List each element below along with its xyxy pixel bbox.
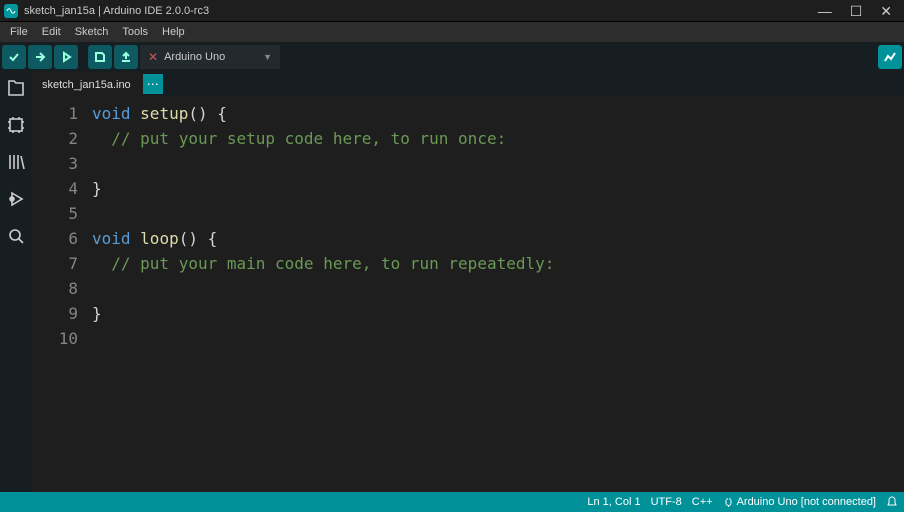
- tabs-overflow-button[interactable]: ⋯: [143, 74, 163, 94]
- upload-button[interactable]: [28, 45, 52, 69]
- library-manager-icon[interactable]: [6, 152, 26, 175]
- code-content[interactable]: void setup() { // put your setup code he…: [92, 96, 904, 492]
- maximize-button[interactable]: ☐: [850, 4, 863, 18]
- chevron-down-icon: ▼: [263, 52, 272, 62]
- editor-region: sketch_jan15a.ino ⋯ 12345678910 void set…: [32, 72, 904, 492]
- cursor-position[interactable]: Ln 1, Col 1: [587, 496, 640, 508]
- menu-help[interactable]: Help: [156, 24, 191, 40]
- notifications-icon[interactable]: [886, 496, 898, 508]
- statusbar: Ln 1, Col 1 UTF-8 C++ Arduino Uno [not c…: [0, 492, 904, 512]
- menu-edit[interactable]: Edit: [36, 24, 67, 40]
- titlebar: sketch_jan15a | Arduino IDE 2.0.0-rc3 — …: [0, 0, 904, 22]
- toolbar: ✕ Arduino Uno ▼: [0, 42, 904, 72]
- debug-icon[interactable]: [6, 189, 26, 212]
- verify-button[interactable]: [2, 45, 26, 69]
- plug-icon: [723, 497, 734, 508]
- line-gutter: 12345678910: [32, 96, 92, 492]
- search-icon[interactable]: [6, 226, 26, 249]
- serial-plotter-button[interactable]: [878, 45, 902, 69]
- activity-bar: [0, 72, 32, 492]
- window-title: sketch_jan15a | Arduino IDE 2.0.0-rc3: [24, 5, 818, 17]
- arduino-app-icon: [4, 4, 18, 18]
- minimize-button[interactable]: —: [818, 4, 832, 18]
- board-disconnected-icon: ✕: [148, 50, 158, 64]
- sketchbook-icon[interactable]: [6, 78, 26, 101]
- save-button[interactable]: [114, 45, 138, 69]
- encoding[interactable]: UTF-8: [651, 496, 682, 508]
- boards-manager-icon[interactable]: [6, 115, 26, 138]
- file-tab[interactable]: sketch_jan15a.ino: [32, 72, 141, 96]
- board-name: Arduino Uno: [164, 51, 253, 63]
- menu-tools[interactable]: Tools: [116, 24, 154, 40]
- code-editor[interactable]: 12345678910 void setup() { // put your s…: [32, 96, 904, 492]
- board-status[interactable]: Arduino Uno [not connected]: [723, 496, 876, 508]
- tabs-row: sketch_jan15a.ino ⋯: [32, 72, 904, 96]
- workarea: sketch_jan15a.ino ⋯ 12345678910 void set…: [0, 72, 904, 492]
- menubar: FileEditSketchToolsHelp: [0, 22, 904, 42]
- close-button[interactable]: ✕: [880, 4, 892, 18]
- language-mode[interactable]: C++: [692, 496, 713, 508]
- new-button[interactable]: [88, 45, 112, 69]
- debug-button[interactable]: [54, 45, 78, 69]
- menu-sketch[interactable]: Sketch: [69, 24, 115, 40]
- board-selector[interactable]: ✕ Arduino Uno ▼: [140, 45, 280, 69]
- menu-file[interactable]: File: [4, 24, 34, 40]
